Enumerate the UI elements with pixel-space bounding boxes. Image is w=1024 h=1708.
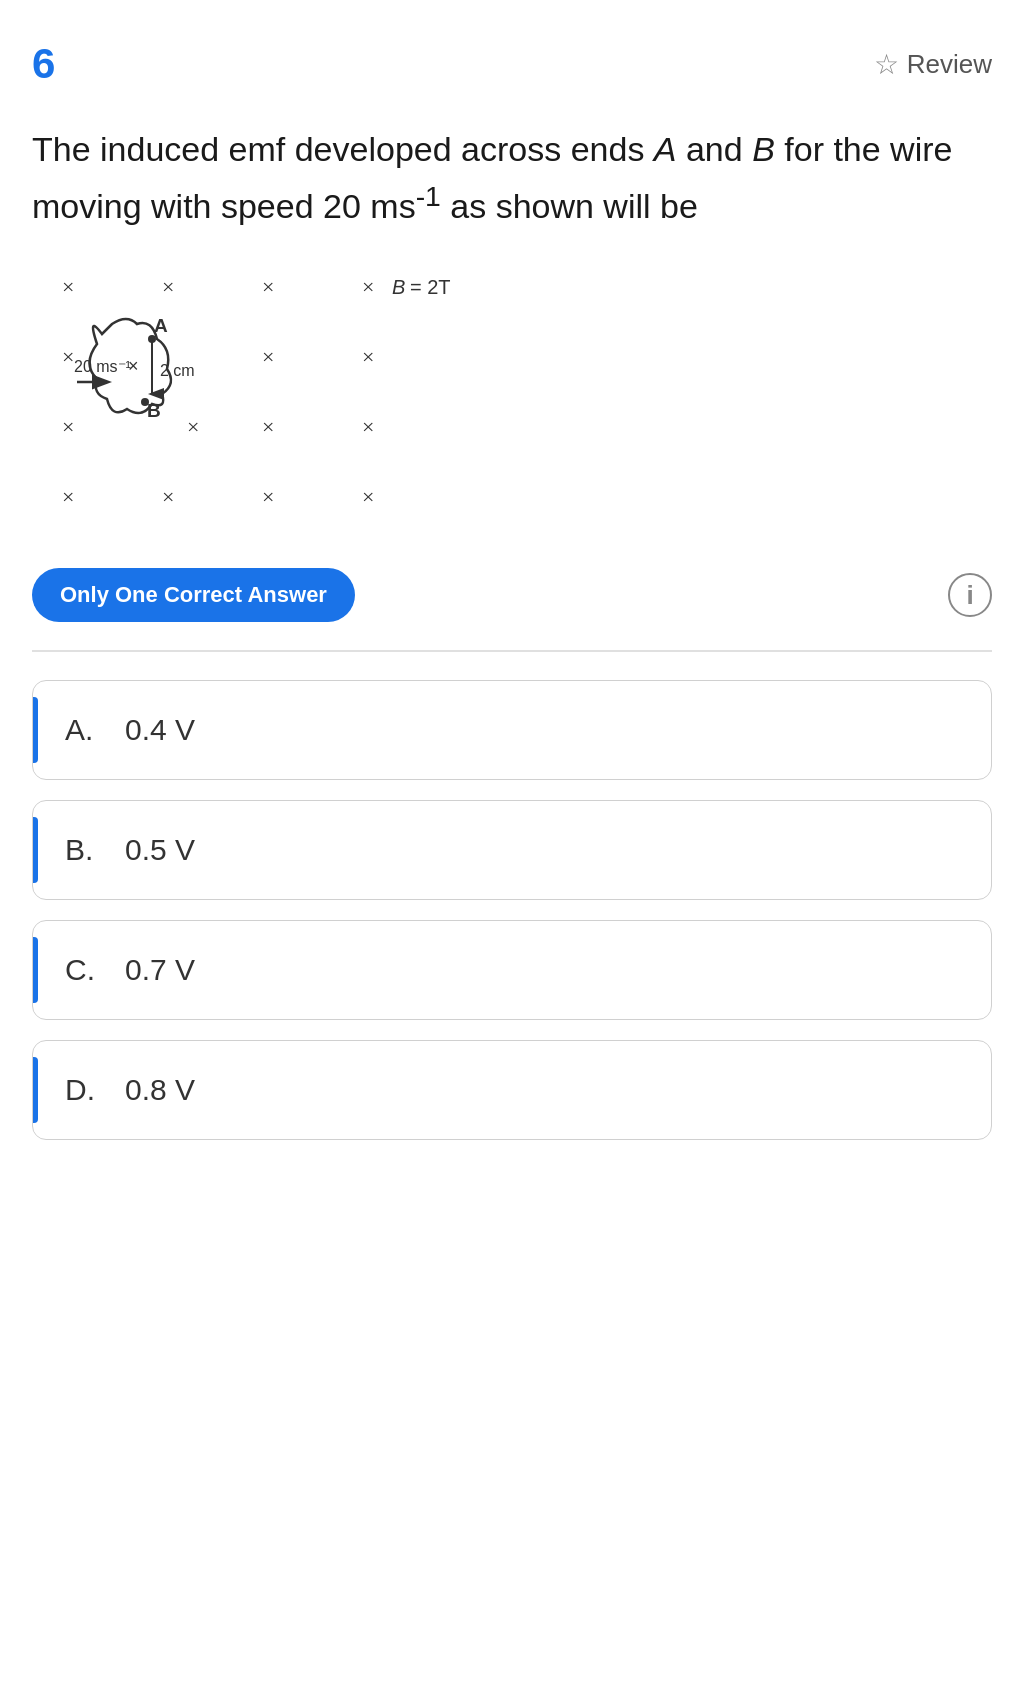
svg-text:×: × [162,484,174,509]
svg-text:×: × [362,414,374,439]
svg-text:×: × [262,274,274,299]
svg-text:×: × [362,484,374,509]
option-a-value: 0.4 V [125,713,195,747]
question-text: The induced emf developed across ends A … [32,124,992,232]
only-one-correct-badge: Only One Correct Answer [32,568,355,622]
option-b-label: B. [65,833,101,867]
svg-text:×: × [362,274,374,299]
option-c-label: C. [65,953,101,987]
badge-row: Only One Correct Answer i [32,568,992,622]
question-text-part1: The induced emf developed across ends A … [32,130,952,225]
option-d[interactable]: D. 0.8 V [32,1040,992,1140]
svg-text:×: × [62,414,74,439]
svg-text:20 ms⁻¹: 20 ms⁻¹ [74,358,131,375]
diagram-area: × × × × B = 2T × A × [32,264,992,528]
svg-text:×: × [262,344,274,369]
section-divider [32,650,992,652]
review-button[interactable]: ☆ Review [874,48,992,81]
review-label: Review [907,49,992,80]
option-c-value: 0.7 V [125,953,195,987]
option-c[interactable]: C. 0.7 V [32,920,992,1020]
svg-text:×: × [162,274,174,299]
option-b-value: 0.5 V [125,833,195,867]
svg-text:= 2T: = 2T [410,276,451,298]
svg-text:×: × [62,484,74,509]
option-d-label: D. [65,1073,101,1107]
option-b[interactable]: B. 0.5 V [32,800,992,900]
svg-text:×: × [362,344,374,369]
svg-text:×: × [62,344,74,369]
svg-text:×: × [187,414,199,439]
info-icon-button[interactable]: i [948,573,992,617]
svg-text:B: B [147,400,161,421]
svg-text:×: × [262,414,274,439]
svg-text:B: B [392,276,405,298]
option-a-label: A. [65,713,101,747]
info-icon: i [966,580,973,611]
option-a[interactable]: A. 0.4 V [32,680,992,780]
diagram-svg: × × × × B = 2T × A × [32,264,512,524]
option-d-value: 0.8 V [125,1073,195,1107]
svg-text:A: A [154,315,168,336]
options-list: A. 0.4 V B. 0.5 V C. 0.7 V D. 0.8 V [32,680,992,1140]
star-icon: ☆ [874,48,899,81]
svg-point-7 [148,335,156,343]
question-number: 6 [32,40,55,88]
svg-text:×: × [262,484,274,509]
svg-text:×: × [62,274,74,299]
page-container: 6 ☆ Review The induced emf developed acr… [0,0,1024,1708]
svg-text:2 cm: 2 cm [160,362,195,379]
header-row: 6 ☆ Review [32,40,992,88]
